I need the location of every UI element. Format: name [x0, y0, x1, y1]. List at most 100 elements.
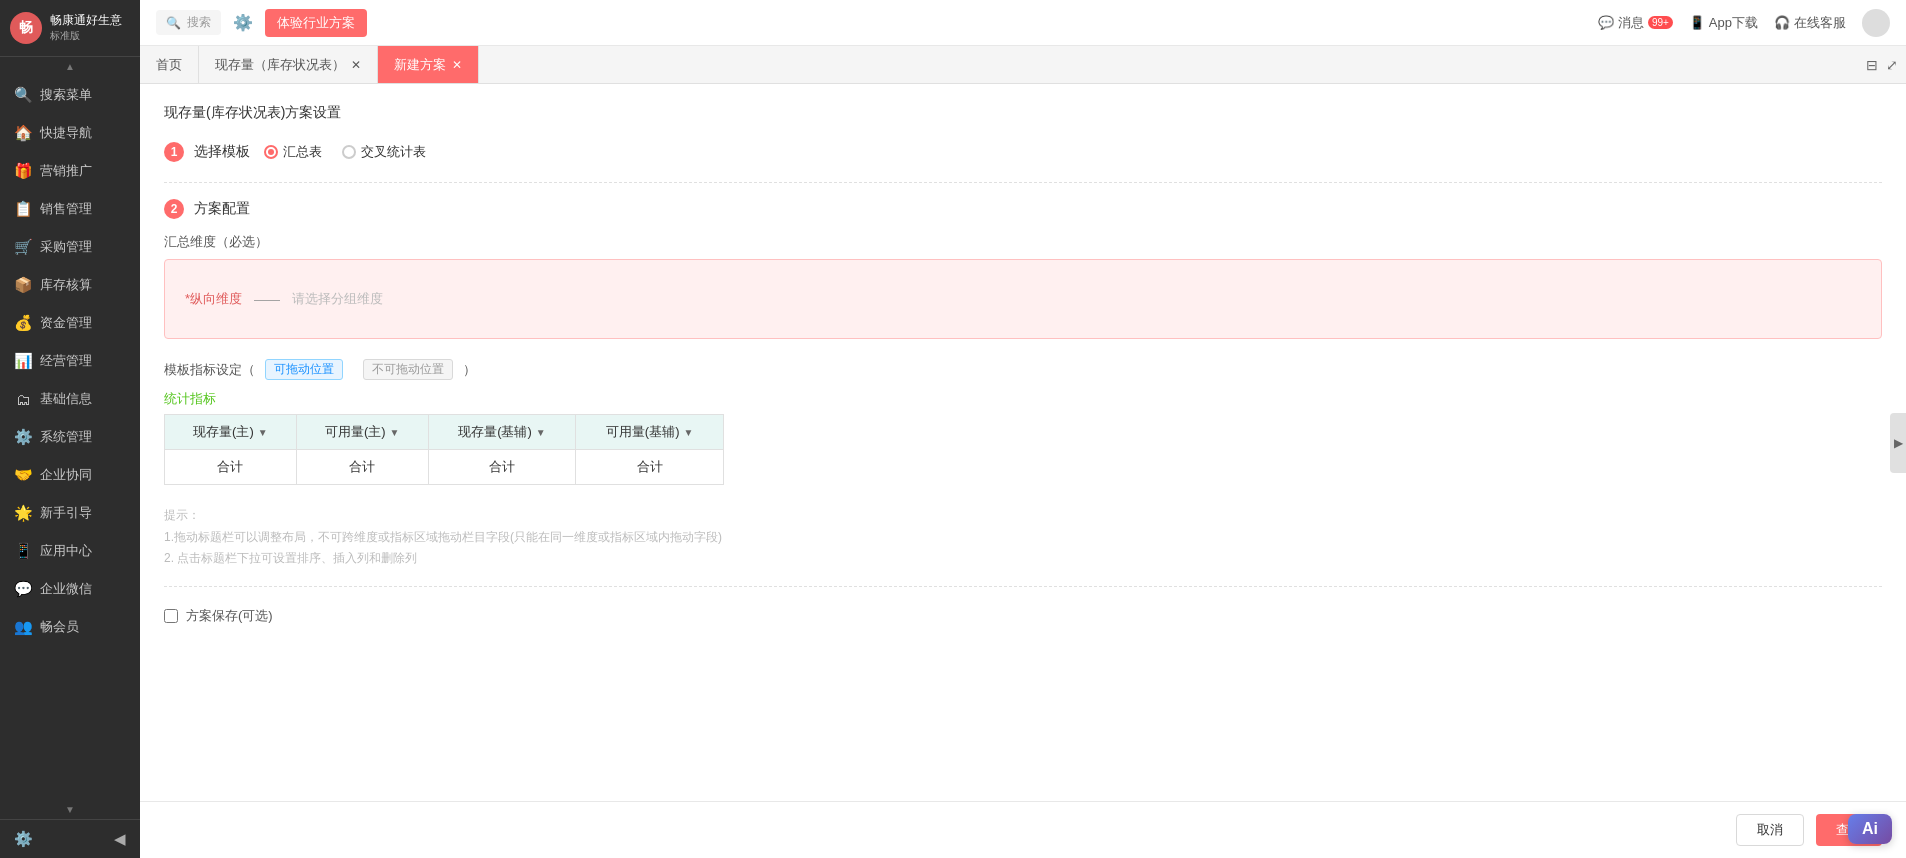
- non-draggable-tag: 不可拖动位置: [363, 359, 453, 380]
- headset-icon: 🎧: [1774, 15, 1790, 30]
- tab-expand-icon[interactable]: ⤢: [1886, 57, 1898, 73]
- topbar-gear-icon[interactable]: ⚙️: [233, 13, 253, 32]
- step2-number: 2: [164, 199, 184, 219]
- search-icon: 🔍: [14, 86, 32, 104]
- gift-icon: 🎁: [14, 162, 32, 180]
- sidebar-item-label: 基础信息: [40, 390, 92, 408]
- col-header-0[interactable]: 现存量(主) ▼: [165, 415, 297, 450]
- step1-number: 1: [164, 142, 184, 162]
- trial-button[interactable]: 体验行业方案: [265, 9, 367, 37]
- sidebar-item-wechat[interactable]: 💬 企业微信: [0, 570, 140, 608]
- star-icon: 🌟: [14, 504, 32, 522]
- draggable-tag: 可拖动位置: [265, 359, 343, 380]
- settings-footer-icon[interactable]: ⚙️: [14, 830, 33, 848]
- sidebar-item-label: 企业协同: [40, 466, 92, 484]
- customer-service-item[interactable]: 🎧 在线客服: [1774, 14, 1846, 32]
- sidebar-item-system[interactable]: ⚙️ 系统管理: [0, 418, 140, 456]
- sidebar-scroll-down[interactable]: ▼: [0, 800, 140, 819]
- col-dropdown-1[interactable]: 可用量(主) ▼: [325, 423, 400, 441]
- radio-cross-label: 交叉统计表: [361, 143, 426, 161]
- dimension-placeholder: 请选择分组维度: [292, 290, 383, 308]
- main-area: 🔍 搜索 ⚙️ 体验行业方案 💬 消息 99+ 📱 App下载 🎧 在线客服: [140, 0, 1906, 858]
- col-header-1[interactable]: 可用量(主) ▼: [296, 415, 428, 450]
- app-version: 标准版: [50, 29, 122, 43]
- topbar: 🔍 搜索 ⚙️ 体验行业方案 💬 消息 99+ 📱 App下载 🎧 在线客服: [140, 0, 1906, 46]
- panel-title: 现存量(库存状况表)方案设置: [164, 104, 1882, 122]
- cancel-button[interactable]: 取消: [1736, 814, 1804, 846]
- app-name: 畅康通好生意: [50, 13, 122, 29]
- tab-inventory-close-icon[interactable]: ✕: [351, 58, 361, 72]
- indicator-settings: 模板指标设定（ 可拖动位置 不可拖动位置 ） 统计指标 现存量(主: [164, 359, 1882, 485]
- save-checkbox[interactable]: [164, 609, 178, 623]
- app-download-label: App下载: [1709, 14, 1758, 32]
- gear-icon: ⚙️: [14, 428, 32, 446]
- stats-table: 现存量(主) ▼ 可用量(主) ▼: [164, 414, 724, 485]
- sidebar-item-label: 快捷导航: [40, 124, 92, 142]
- sales-icon: 📋: [14, 200, 32, 218]
- col-header-2[interactable]: 现存量(基辅) ▼: [428, 415, 576, 450]
- sidebar-item-label: 系统管理: [40, 428, 92, 446]
- sidebar-scroll-up[interactable]: ▲: [0, 57, 140, 76]
- search-icon: 🔍: [166, 16, 181, 30]
- col-dropdown-2[interactable]: 现存量(基辅) ▼: [458, 423, 546, 441]
- sidebar-item-label: 销售管理: [40, 200, 92, 218]
- message-item[interactable]: 💬 消息 99+: [1598, 14, 1673, 32]
- message-label: 消息: [1618, 14, 1644, 32]
- logo-icon: 畅: [10, 12, 42, 44]
- ai-badge[interactable]: Ai: [1848, 814, 1892, 844]
- tab-minimize-icon[interactable]: ⊟: [1866, 57, 1878, 73]
- radio-summary[interactable]: 汇总表: [264, 143, 322, 161]
- tab-new-plan[interactable]: 新建方案 ✕: [378, 46, 479, 83]
- tab-inventory-label: 现存量（库存状况表）: [215, 56, 345, 74]
- sidebar-item-label: 营销推广: [40, 162, 92, 180]
- dimension-required-label: 汇总维度（必选）: [164, 233, 1882, 251]
- sidebar-item-cooperation[interactable]: 🤝 企业协同: [0, 456, 140, 494]
- sidebar-item-label: 经营管理: [40, 352, 92, 370]
- col-label-0: 现存量(主): [193, 423, 254, 441]
- col-dropdown-3[interactable]: 可用量(基辅) ▼: [606, 423, 694, 441]
- chart-icon: 📊: [14, 352, 32, 370]
- tab-inventory-status[interactable]: 现存量（库存状况表） ✕: [199, 46, 378, 83]
- sidebar-item-search-menu[interactable]: 🔍 搜索菜单: [0, 76, 140, 114]
- dimension-box[interactable]: *纵向维度 —— 请选择分组维度: [164, 259, 1882, 339]
- cell-0-2: 合计: [428, 450, 576, 485]
- user-avatar[interactable]: [1862, 9, 1890, 37]
- tab-home[interactable]: 首页: [140, 46, 199, 83]
- col-header-3[interactable]: 可用量(基辅) ▼: [576, 415, 724, 450]
- app-download-item[interactable]: 📱 App下载: [1689, 14, 1758, 32]
- template-radio-group: 汇总表 交叉统计表: [264, 143, 426, 161]
- sidebar-item-inventory[interactable]: 📦 库存核算: [0, 266, 140, 304]
- step2-title: 方案配置: [194, 200, 250, 218]
- tip-item-0: 1.拖动标题栏可以调整布局，不可跨维度或指标区域拖动栏目字段(只能在同一维度或指…: [164, 527, 1882, 549]
- table-header-row: 现存量(主) ▼ 可用量(主) ▼: [165, 415, 724, 450]
- step-divider-2: [164, 586, 1882, 587]
- step-divider-1: [164, 182, 1882, 183]
- right-collapse-handle[interactable]: ▶: [1890, 413, 1906, 473]
- col-label-3: 可用量(基辅): [606, 423, 680, 441]
- indicator-close-paren: ）: [463, 361, 476, 379]
- sidebar-item-sales[interactable]: 📋 销售管理: [0, 190, 140, 228]
- sidebar-item-operations[interactable]: 📊 经营管理: [0, 342, 140, 380]
- collapse-icon[interactable]: ◀: [114, 830, 126, 848]
- sidebar-item-member[interactable]: 👥 畅会员: [0, 608, 140, 646]
- tabbar: 首页 现存量（库存状况表） ✕ 新建方案 ✕ ⊟ ⤢: [140, 46, 1906, 84]
- sidebar-item-basic[interactable]: 🗂 基础信息: [0, 380, 140, 418]
- search-bar[interactable]: 🔍 搜索: [156, 10, 221, 35]
- message-badge: 99+: [1648, 16, 1673, 29]
- tab-new-plan-close-icon[interactable]: ✕: [452, 58, 462, 72]
- handshake-icon: 🤝: [14, 466, 32, 484]
- sidebar-item-purchase[interactable]: 🛒 采购管理: [0, 228, 140, 266]
- save-option: 方案保存(可选): [164, 607, 1882, 625]
- sidebar-item-quick-nav[interactable]: 🏠 快捷导航: [0, 114, 140, 152]
- radio-cross[interactable]: 交叉统计表: [342, 143, 426, 161]
- sidebar-item-app-center[interactable]: 📱 应用中心: [0, 532, 140, 570]
- topbar-right: 💬 消息 99+ 📱 App下载 🎧 在线客服: [1598, 9, 1890, 37]
- customer-service-label: 在线客服: [1794, 14, 1846, 32]
- sidebar-item-marketing[interactable]: 🎁 营销推广: [0, 152, 140, 190]
- search-placeholder: 搜索: [187, 14, 211, 31]
- cell-0-3: 合计: [576, 450, 724, 485]
- radio-summary-label: 汇总表: [283, 143, 322, 161]
- col-dropdown-0[interactable]: 现存量(主) ▼: [193, 423, 268, 441]
- sidebar-item-finance[interactable]: 💰 资金管理: [0, 304, 140, 342]
- sidebar-item-guide[interactable]: 🌟 新手引导: [0, 494, 140, 532]
